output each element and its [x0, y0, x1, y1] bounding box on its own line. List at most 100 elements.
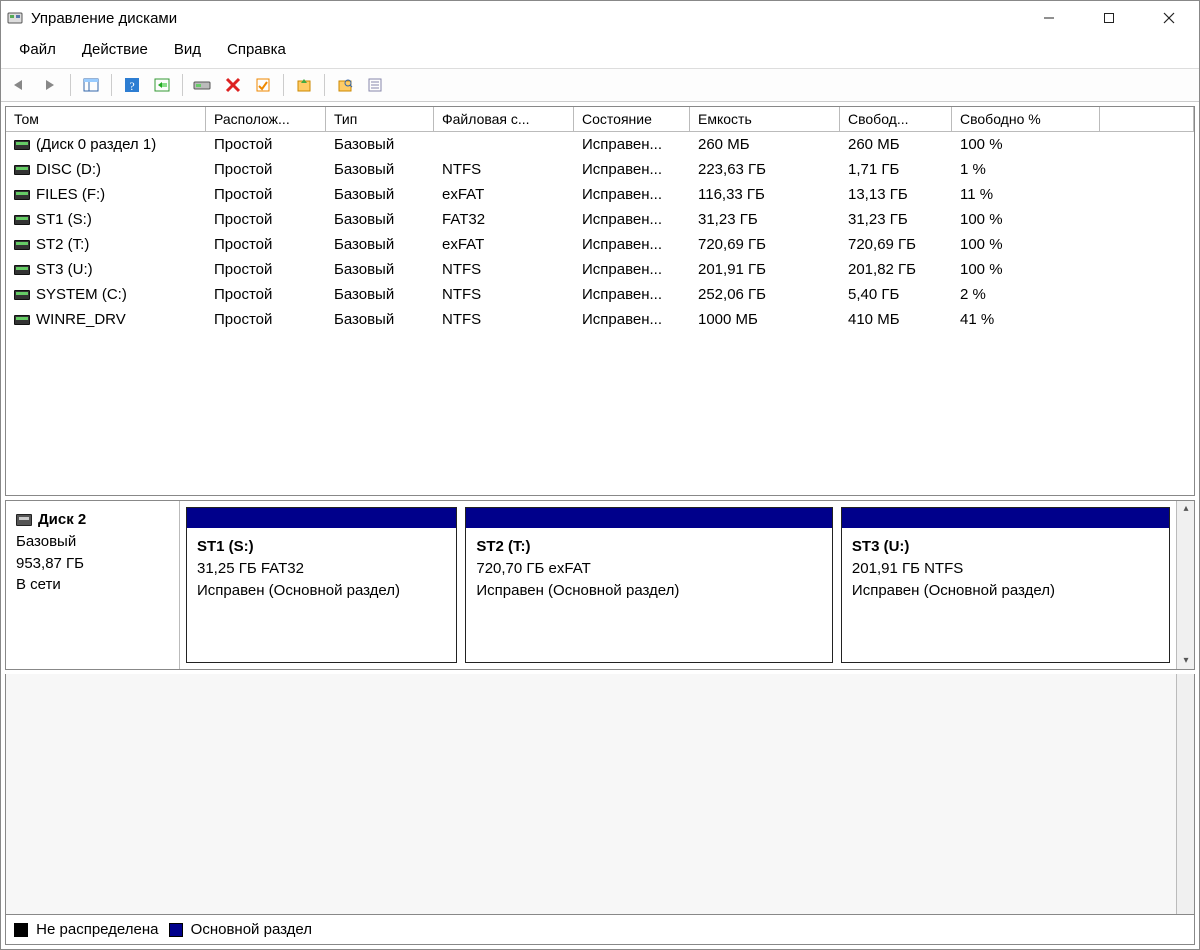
- col-status[interactable]: Состояние: [574, 107, 690, 131]
- col-layout[interactable]: Располож...: [206, 107, 326, 131]
- volume-row[interactable]: SYSTEM (C:)ПростойБазовыйNTFSИсправен...…: [6, 282, 1194, 307]
- menu-view[interactable]: Вид: [164, 39, 211, 60]
- partition[interactable]: ST1 (S:)31,25 ГБ FAT32Исправен (Основной…: [186, 507, 457, 663]
- volume-status: Исправен...: [574, 159, 690, 180]
- volume-name-cell: WINRE_DRV: [6, 309, 206, 330]
- volume-row[interactable]: FILES (F:)ПростойБазовыйexFATИсправен...…: [6, 182, 1194, 207]
- volume-name: DISC (D:): [36, 161, 101, 178]
- partition-status: Исправен (Основной раздел): [476, 580, 822, 602]
- disk-graphical-pane: Диск 2 Базовый 953,87 ГБ В сети ST1 (S:)…: [5, 500, 1195, 670]
- col-volume[interactable]: Том: [6, 107, 206, 131]
- volume-free: 1,71 ГБ: [840, 159, 952, 180]
- volume-list-body[interactable]: (Диск 0 раздел 1)ПростойБазовыйИсправен.…: [6, 132, 1194, 495]
- volume-free: 260 МБ: [840, 134, 952, 155]
- volume-row[interactable]: ST1 (S:)ПростойБазовыйFAT32Исправен...31…: [6, 207, 1194, 232]
- volume-capacity: 223,63 ГБ: [690, 159, 840, 180]
- lower-pane: [5, 674, 1195, 914]
- legend-unallocated-label: Не распределена: [36, 921, 158, 938]
- col-freepct[interactable]: Свободно %: [952, 107, 1100, 131]
- volume-freepct: 100 %: [952, 209, 1100, 230]
- col-capacity[interactable]: Емкость: [690, 107, 840, 131]
- refresh-button[interactable]: [149, 72, 175, 98]
- attach-vhd-button[interactable]: [190, 72, 216, 98]
- volume-status: Исправен...: [574, 259, 690, 280]
- maximize-button[interactable]: [1079, 1, 1139, 35]
- partition-title: ST2 (T:): [476, 536, 822, 558]
- up-button[interactable]: [291, 72, 317, 98]
- volume-capacity: 31,23 ГБ: [690, 209, 840, 230]
- menu-help[interactable]: Справка: [217, 39, 296, 60]
- volume-capacity: 252,06 ГБ: [690, 284, 840, 305]
- volume-name-cell: (Диск 0 раздел 1): [6, 134, 206, 155]
- volume-free: 5,40 ГБ: [840, 284, 952, 305]
- legend-primary: Основной раздел: [169, 921, 313, 938]
- volume-row[interactable]: ST2 (T:)ПростойБазовыйexFATИсправен...72…: [6, 232, 1194, 257]
- close-button[interactable]: [1139, 1, 1199, 35]
- toolbar-separator: [111, 74, 112, 96]
- show-hide-console-tree-button[interactable]: [78, 72, 104, 98]
- volume-name: ST1 (S:): [36, 211, 92, 228]
- volume-row[interactable]: ST3 (U:)ПростойБазовыйNTFSИсправен...201…: [6, 257, 1194, 282]
- volume-name: WINRE_DRV: [36, 311, 126, 328]
- volume-status: Исправен...: [574, 284, 690, 305]
- volume-freepct: 100 %: [952, 234, 1100, 255]
- volume-name-cell: FILES (F:): [6, 184, 206, 205]
- minimize-button[interactable]: [1019, 1, 1079, 35]
- volume-name: (Диск 0 раздел 1): [36, 136, 156, 153]
- volume-layout: Простой: [206, 234, 326, 255]
- disk-pane-scrollbar[interactable]: ▴ ▾: [1176, 501, 1194, 669]
- delete-button[interactable]: [220, 72, 246, 98]
- partition-body: ST1 (S:)31,25 ГБ FAT32Исправен (Основной…: [187, 528, 456, 607]
- volume-fs: [434, 134, 574, 155]
- lower-pane-scrollbar[interactable]: [1176, 674, 1194, 914]
- col-type[interactable]: Тип: [326, 107, 434, 131]
- disk-info[interactable]: Диск 2 Базовый 953,87 ГБ В сети: [6, 501, 180, 669]
- volume-type: Базовый: [326, 284, 434, 305]
- partition[interactable]: ST2 (T:)720,70 ГБ exFATИсправен (Основно…: [465, 507, 833, 663]
- swatch-unallocated-icon: [14, 923, 28, 937]
- menu-file[interactable]: Файл: [9, 39, 66, 60]
- partition-size-fs: 201,91 ГБ NTFS: [852, 558, 1159, 580]
- volume-fs: NTFS: [434, 309, 574, 330]
- col-free[interactable]: Свобод...: [840, 107, 952, 131]
- partition[interactable]: ST3 (U:)201,91 ГБ NTFSИсправен (Основной…: [841, 507, 1170, 663]
- partition-title: ST3 (U:): [852, 536, 1159, 558]
- disk-size: 953,87 ГБ: [16, 553, 169, 575]
- volume-free: 31,23 ГБ: [840, 209, 952, 230]
- list-button[interactable]: [362, 72, 388, 98]
- find-button[interactable]: [332, 72, 358, 98]
- properties-button[interactable]: [250, 72, 276, 98]
- col-fs[interactable]: Файловая с...: [434, 107, 574, 131]
- volume-type: Базовый: [326, 234, 434, 255]
- volume-freepct: 11 %: [952, 184, 1100, 205]
- volume-fs: NTFS: [434, 284, 574, 305]
- volume-row[interactable]: DISC (D:)ПростойБазовыйNTFSИсправен...22…: [6, 157, 1194, 182]
- volume-status: Исправен...: [574, 184, 690, 205]
- partition-size-fs: 720,70 ГБ exFAT: [476, 558, 822, 580]
- volume-icon: [14, 140, 30, 150]
- back-button[interactable]: [7, 72, 33, 98]
- window-title: Управление дисками: [31, 10, 1019, 27]
- volume-name-cell: ST1 (S:): [6, 209, 206, 230]
- volume-free: 13,13 ГБ: [840, 184, 952, 205]
- volume-name-cell: SYSTEM (C:): [6, 284, 206, 305]
- volume-fs: exFAT: [434, 234, 574, 255]
- toolbar: ?: [1, 69, 1199, 102]
- volume-icon: [14, 265, 30, 275]
- volume-layout: Простой: [206, 209, 326, 230]
- partition-header: [466, 508, 832, 528]
- help-button[interactable]: ?: [119, 72, 145, 98]
- volume-row[interactable]: WINRE_DRVПростойБазовыйNTFSИсправен...10…: [6, 307, 1194, 332]
- forward-button[interactable]: [37, 72, 63, 98]
- volume-status: Исправен...: [574, 234, 690, 255]
- volume-type: Базовый: [326, 134, 434, 155]
- disk-partitions: ST1 (S:)31,25 ГБ FAT32Исправен (Основной…: [180, 501, 1176, 669]
- volume-type: Базовый: [326, 184, 434, 205]
- volume-row[interactable]: (Диск 0 раздел 1)ПростойБазовыйИсправен.…: [6, 132, 1194, 157]
- volume-name: FILES (F:): [36, 186, 105, 203]
- partition-status: Исправен (Основной раздел): [852, 580, 1159, 602]
- volume-name: ST3 (U:): [36, 261, 93, 278]
- menu-action[interactable]: Действие: [72, 39, 158, 60]
- volume-status: Исправен...: [574, 209, 690, 230]
- legend-primary-label: Основной раздел: [191, 921, 312, 938]
